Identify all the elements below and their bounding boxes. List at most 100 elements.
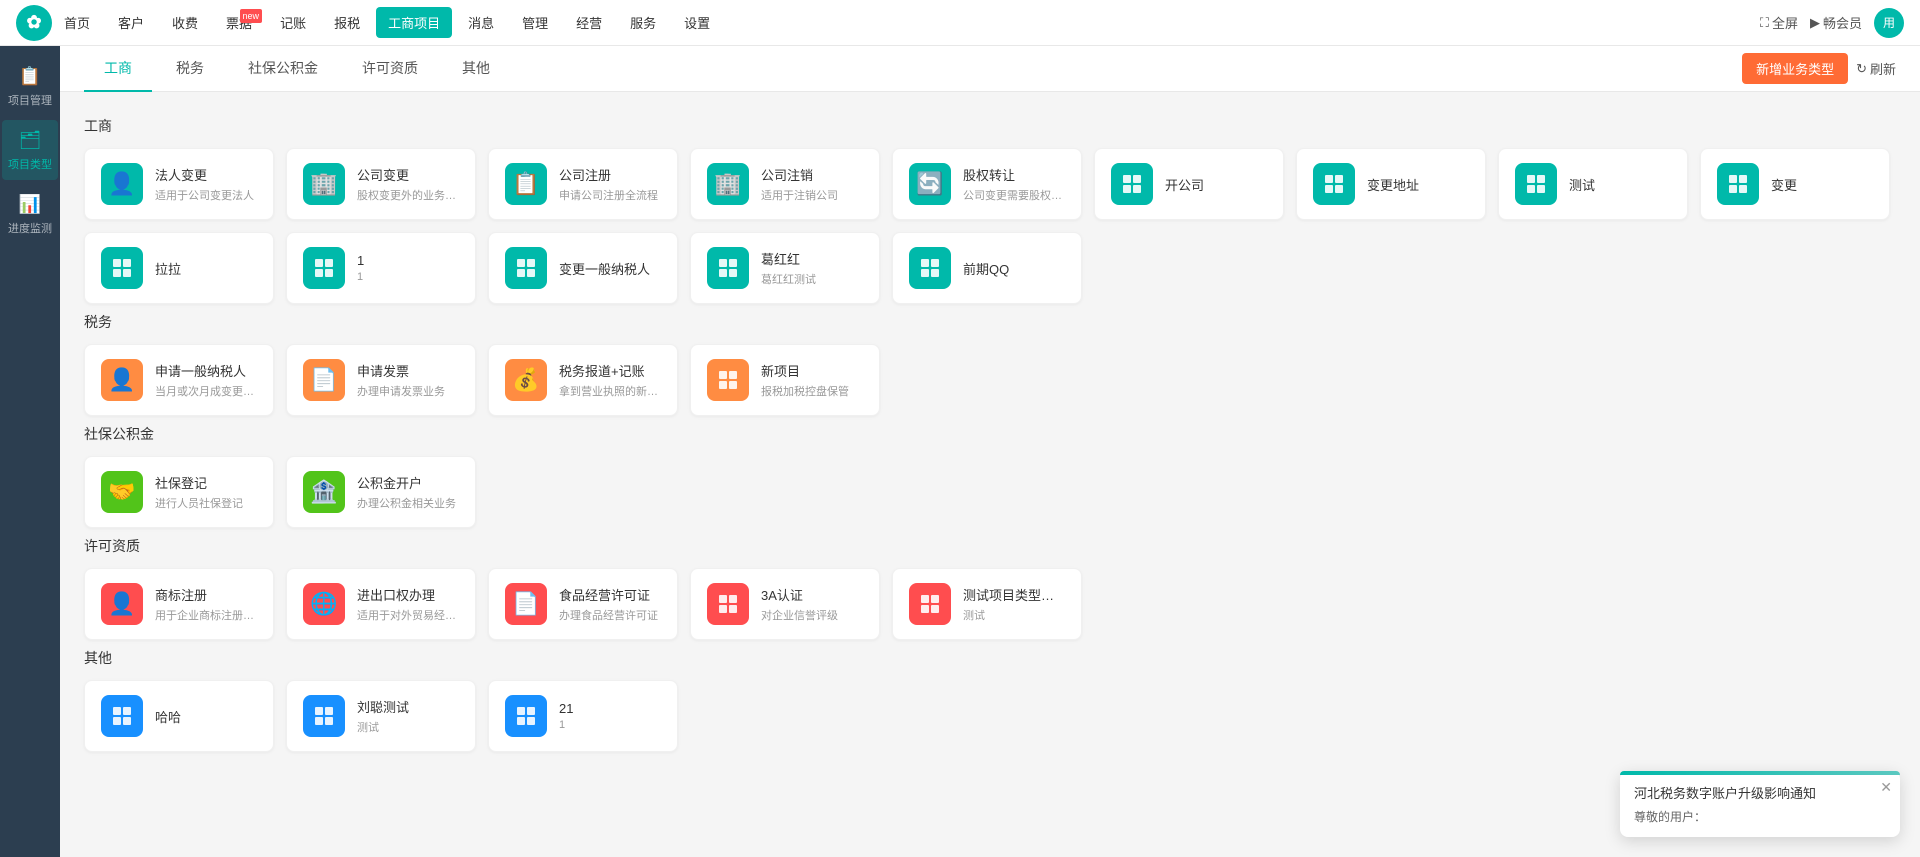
fullscreen-button[interactable]: ⛶ 全屏 — [1760, 13, 1798, 32]
fullscreen-label: 全屏 — [1772, 13, 1798, 32]
card-公司变更[interactable]: 🏢公司变更股权变更外的业务变更 — [286, 148, 476, 220]
nav-item-报税[interactable]: 报税 — [322, 7, 372, 38]
card-title: 申请一般纳税人 — [155, 361, 257, 380]
card-icon — [101, 247, 143, 289]
card-info: 11 — [357, 253, 459, 283]
card-info: 公司注销适用于注销公司 — [761, 165, 863, 203]
card-测试[interactable]: 测试 — [1498, 148, 1688, 220]
card-测试项目类型目定义[interactable]: 测试项目类型目定义测试 — [892, 568, 1082, 640]
card-食品经营许可证[interactable]: 📄食品经营许可证办理食品经营许可证 — [488, 568, 678, 640]
card-公司注销[interactable]: 🏢公司注销适用于注销公司 — [690, 148, 880, 220]
card-icon — [1111, 163, 1153, 205]
nav-item-首页[interactable]: 首页 — [52, 7, 102, 38]
refresh-button[interactable]: ↻ 刷新 — [1856, 59, 1896, 78]
card-股权转让[interactable]: 🔄股权转让公司变更需要股权转让 — [892, 148, 1082, 220]
sidebar-item-项目管理[interactable]: 📋 项目管理 — [2, 56, 58, 116]
logo[interactable]: ✿ — [16, 5, 52, 41]
sub-tab-工商[interactable]: 工商 — [84, 46, 152, 92]
card-title: 测试 — [1569, 175, 1671, 194]
sidebar-icon: 📊 — [18, 192, 42, 216]
card-desc: 1 — [559, 719, 661, 731]
card-title: 公积金开户 — [357, 473, 459, 492]
card-进出口权办理[interactable]: 🌐进出口权办理适用于对外贸易经营者 — [286, 568, 476, 640]
card-变更一般纳税人[interactable]: 变更一般纳税人 — [488, 232, 678, 304]
card-变更[interactable]: 变更 — [1700, 148, 1890, 220]
sub-tab-其他[interactable]: 其他 — [442, 46, 510, 92]
card-1[interactable]: 11 — [286, 232, 476, 304]
card-3A认证[interactable]: 3A认证对企业信誉评级 — [690, 568, 880, 640]
card-开公司[interactable]: 开公司 — [1094, 148, 1284, 220]
nav-items: 首页客户收费票据new记账报税工商项目消息管理经营服务设置 — [52, 7, 1760, 38]
card-title: 3A认证 — [761, 585, 863, 604]
card-title: 开公司 — [1165, 175, 1267, 194]
card-icon — [909, 583, 951, 625]
card-社保登记[interactable]: 🤝社保登记进行人员社保登记 — [84, 456, 274, 528]
sub-tab-社保公积金[interactable]: 社保公积金 — [228, 46, 338, 92]
notification-popup: ✕ 河北税务数字账户升级影响通知 尊敬的用户： — [1620, 771, 1900, 837]
card-title: 税务报道+记账 — [559, 361, 661, 380]
card-变更地址[interactable]: 变更地址 — [1296, 148, 1486, 220]
card-icon — [505, 247, 547, 289]
card-title: 变更一般纳税人 — [559, 259, 661, 278]
card-商标注册[interactable]: 👤商标注册用于企业商标注册服务 — [84, 568, 274, 640]
card-公司注册[interactable]: 📋 公司注册申请公司注册全流程 — [488, 148, 678, 220]
card-desc: 股权变更外的业务变更 — [357, 187, 459, 203]
card-icon — [303, 695, 345, 737]
sidebar-item-label: 项目类型 — [8, 156, 52, 172]
fullscreen-icon: ⛶ — [1760, 15, 1769, 31]
card-title: 变更 — [1771, 175, 1873, 194]
nav-item-设置[interactable]: 设置 — [672, 7, 722, 38]
notification-close-button[interactable]: ✕ — [1880, 779, 1892, 796]
card-icon — [707, 247, 749, 289]
card-desc: 办理公积金相关业务 — [357, 495, 459, 511]
card-desc: 办理食品经营许可证 — [559, 607, 661, 623]
card-拉拉[interactable]: 拉拉 — [84, 232, 274, 304]
sub-tab-许可资质[interactable]: 许可资质 — [342, 46, 438, 92]
card-哈哈[interactable]: 哈哈 — [84, 680, 274, 752]
card-icon — [707, 583, 749, 625]
card-title: 社保登记 — [155, 473, 257, 492]
card-icon: 📋 — [505, 163, 547, 205]
sub-tab-税务[interactable]: 税务 — [156, 46, 224, 92]
card-desc: 适用于对外贸易经营者 — [357, 607, 459, 623]
card-21[interactable]: 211 — [488, 680, 678, 752]
nav-item-经营[interactable]: 经营 — [564, 7, 614, 38]
card-info: 公积金开户办理公积金相关业务 — [357, 473, 459, 511]
nav-item-票据[interactable]: 票据new — [214, 7, 264, 38]
sub-tabs-right: 新增业务类型 ↻ 刷新 — [1742, 53, 1896, 84]
card-icon — [707, 359, 749, 401]
card-desc: 公司变更需要股权转让 — [963, 187, 1065, 203]
sidebar-item-项目类型[interactable]: 🗂 项目类型 — [2, 120, 58, 180]
nav-item-记账[interactable]: 记账 — [268, 7, 318, 38]
card-前期QQ[interactable]: 前期QQ — [892, 232, 1082, 304]
card-申请发票[interactable]: 📄申请发票办理申请发票业务 — [286, 344, 476, 416]
card-info: 税务报道+记账拿到营业执照的新公司 — [559, 361, 661, 399]
card-info: 测试 — [1569, 175, 1671, 194]
card-申请一般纳税人[interactable]: 👤申请一般纳税人当月或次月成变更完成 — [84, 344, 274, 416]
nav-item-工商项目[interactable]: 工商项目 — [376, 7, 452, 38]
sidebar-item-进度监测[interactable]: 📊 进度监测 — [2, 184, 58, 244]
card-info: 公司注册申请公司注册全流程 — [559, 165, 661, 203]
nav-item-管理[interactable]: 管理 — [510, 7, 560, 38]
new-type-button[interactable]: 新增业务类型 — [1742, 53, 1848, 84]
nav-item-服务[interactable]: 服务 — [618, 7, 668, 38]
avatar[interactable]: 用 — [1874, 8, 1904, 38]
card-title: 前期QQ — [963, 259, 1065, 278]
card-info: 开公司 — [1165, 175, 1267, 194]
nav-item-消息[interactable]: 消息 — [456, 7, 506, 38]
notification-header-bar — [1620, 771, 1900, 775]
card-title: 申请发票 — [357, 361, 459, 380]
card-法人变更[interactable]: 👤法人变更适用于公司变更法人 — [84, 148, 274, 220]
member-button[interactable]: ▶ 畅会员 — [1810, 13, 1862, 32]
card-新项目[interactable]: 新项目报税加税控盘保管 — [690, 344, 880, 416]
card-info: 社保登记进行人员社保登记 — [155, 473, 257, 511]
card-刘聪测试[interactable]: 刘聪测试测试 — [286, 680, 476, 752]
card-税务报道+记账[interactable]: 💰税务报道+记账拿到营业执照的新公司 — [488, 344, 678, 416]
nav-item-收费[interactable]: 收费 — [160, 7, 210, 38]
card-公积金开户[interactable]: 🏦公积金开户办理公积金相关业务 — [286, 456, 476, 528]
card-info: 股权转让公司变更需要股权转让 — [963, 165, 1065, 203]
card-葛红红[interactable]: 葛红红葛红红测试 — [690, 232, 880, 304]
card-info: 进出口权办理适用于对外贸易经营者 — [357, 585, 459, 623]
card-title: 变更地址 — [1367, 175, 1469, 194]
nav-item-客户[interactable]: 客户 — [106, 7, 156, 38]
